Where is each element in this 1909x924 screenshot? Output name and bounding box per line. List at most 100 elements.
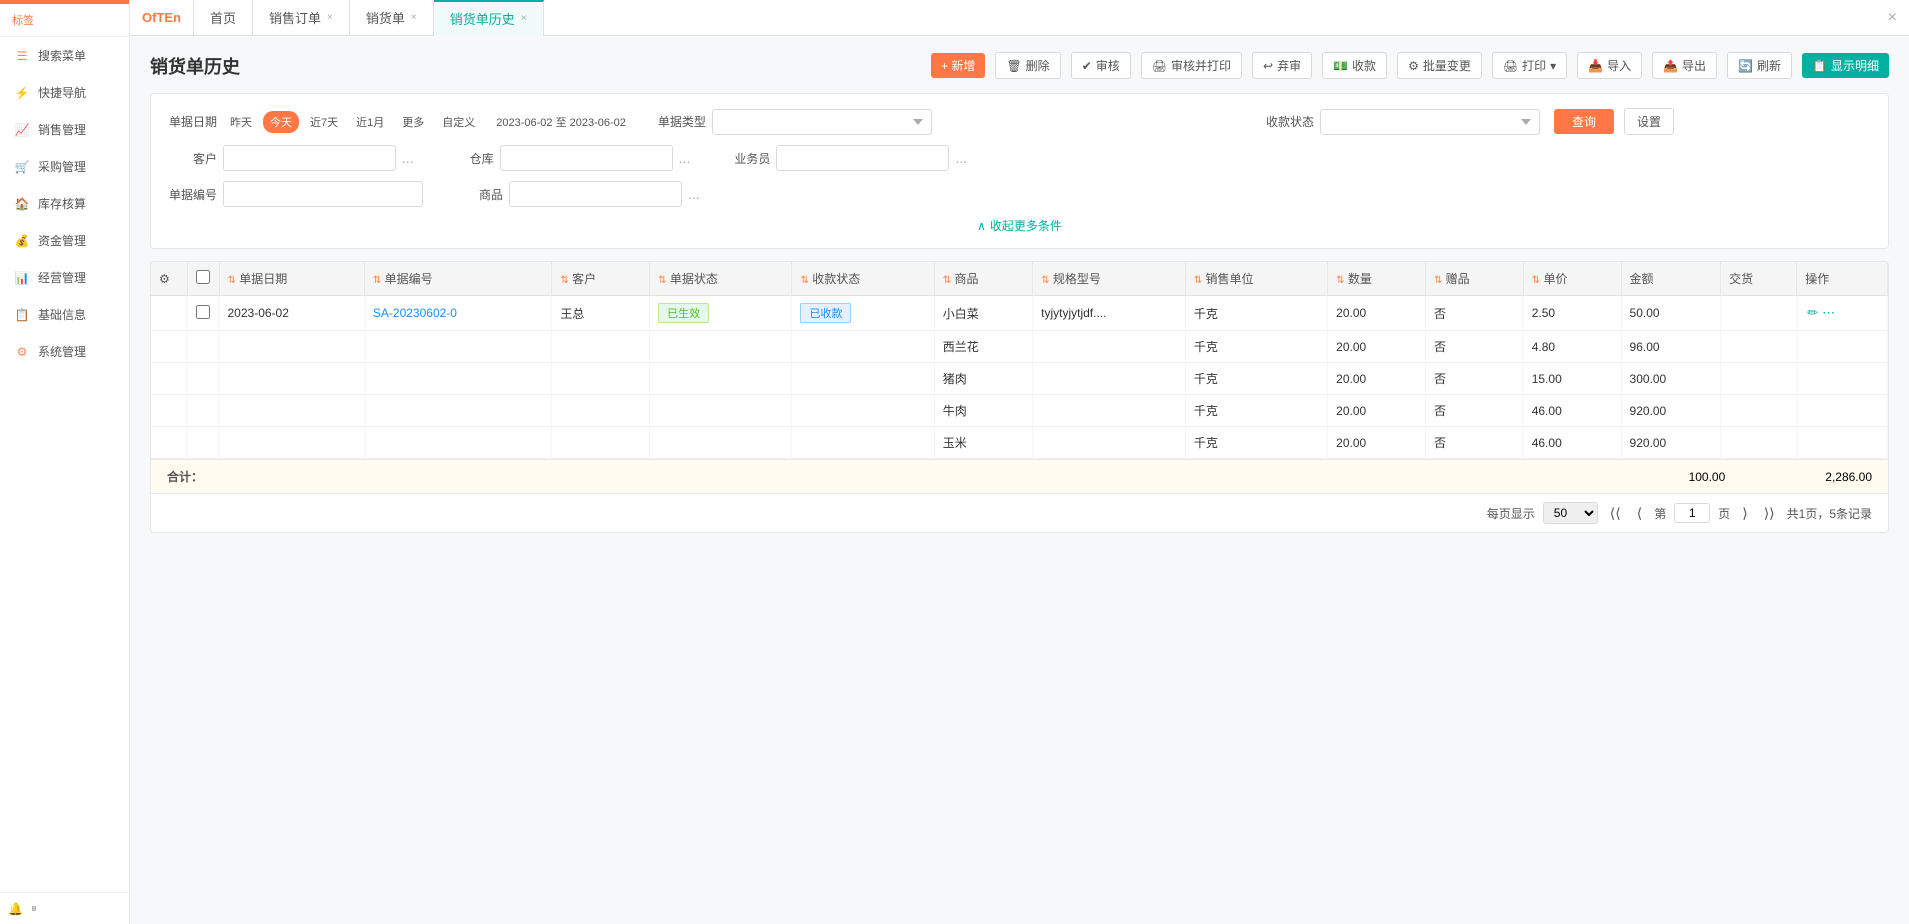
query-button[interactable]: 查询	[1554, 109, 1614, 134]
sidebar-item-label: 经营管理	[38, 269, 86, 286]
td-qty-3: 20.00	[1328, 395, 1426, 427]
export-button[interactable]: 📤 导出	[1652, 52, 1717, 79]
delete-button[interactable]: 🗑 删除	[995, 52, 1060, 79]
table-row: 2023-06-02 SA-20230602-0 王总 已生效 已收款 小白菜 …	[151, 296, 1888, 331]
import-button[interactable]: 📥 导入	[1577, 52, 1642, 79]
sidebar-item-finance[interactable]: 💰 资金管理	[0, 222, 129, 259]
logo-area: OfTEn	[130, 0, 194, 36]
tab-sales-order-close[interactable]: ×	[327, 12, 333, 23]
sidebar-bottom-icon2[interactable]: ⏸	[31, 901, 37, 916]
sidebar-item-basic-info[interactable]: 📋 基础信息	[0, 296, 129, 333]
td-no-0: SA-20230602-0	[364, 296, 551, 331]
tab-sales-history-close[interactable]: ×	[521, 13, 527, 24]
sidebar-item-purchase-mgmt[interactable]: 🛒 采购管理	[0, 148, 129, 185]
sidebar-item-sales-mgmt[interactable]: 📈 销售管理	[0, 111, 129, 148]
sidebar-item-inventory[interactable]: 🏠 库存核算	[0, 185, 129, 222]
footer-total-qty: 100.00	[1689, 470, 1726, 484]
more-action[interactable]: ⋯	[1822, 305, 1835, 320]
select-all-checkbox[interactable]	[196, 270, 210, 284]
tab-sales-goods-label: 销货单	[366, 8, 405, 27]
settings-gear-icon[interactable]: ⚙	[159, 272, 170, 286]
doc-status-tag: 已生效	[658, 303, 709, 323]
refresh-button[interactable]: 🔄 刷新	[1727, 52, 1792, 79]
doc-type-select[interactable]	[712, 109, 932, 135]
date-btn-7days[interactable]: 近7天	[303, 111, 345, 133]
page-prev-btn[interactable]: ⟨	[1633, 503, 1646, 524]
filter-group-goods: 商品 ...	[453, 181, 700, 207]
td-customer-2	[552, 363, 650, 395]
sidebar-bottom-icon1[interactable]: 🔔	[8, 902, 23, 916]
goods-ellipsis[interactable]: ...	[688, 186, 700, 202]
staff-input[interactable]	[776, 145, 949, 171]
show-detail-button[interactable]: 📋 显示明细	[1802, 53, 1889, 78]
page-first-btn[interactable]: ⟨⟨	[1606, 503, 1625, 524]
td-date-0: 2023-06-02	[219, 296, 364, 331]
page-content: 销货单历史 + 新增 🗑 删除 ✔ 审核 🖨 审核并打印 ↩ 弃审	[130, 36, 1909, 924]
th-spec: ⇅ 规格型号	[1033, 262, 1186, 296]
sidebar-item-quick-nav[interactable]: ⚡ 快捷导航	[0, 74, 129, 111]
customer-label: 客户	[167, 150, 217, 167]
batch-change-icon: ⚙	[1408, 59, 1419, 73]
batch-change-button[interactable]: ⚙ 批量变更	[1397, 52, 1482, 79]
td-action-3	[1797, 395, 1888, 427]
review-print-icon: 🖨	[1152, 59, 1167, 73]
payment-status-select[interactable]	[1320, 109, 1540, 135]
sidebar-bottom: 🔔 ⏸	[0, 892, 129, 924]
collect-button[interactable]: 💵 收款	[1322, 52, 1387, 79]
new-button[interactable]: + 新增	[931, 53, 985, 78]
td-settings-0	[151, 296, 187, 331]
edit-action[interactable]: ✏	[1807, 305, 1818, 320]
date-btn-today[interactable]: 今天	[263, 111, 299, 133]
table-header-row: ⚙ ⇅ 单据日期 ⇅ 单据编号 ⇅ 客户 ⇅ 单据状态 ⇅ 收款状态 ⇅ 商品 …	[151, 262, 1888, 296]
abandon-button[interactable]: ↩ 弃审	[1252, 52, 1312, 79]
td-amount-0: 50.00	[1621, 296, 1721, 331]
abandon-icon: ↩	[1263, 59, 1273, 73]
td-price-3: 46.00	[1523, 395, 1621, 427]
goods-input[interactable]	[509, 181, 682, 207]
sidebar-item-ops-mgmt[interactable]: 📊 经营管理	[0, 259, 129, 296]
tab-home[interactable]: 首页	[194, 0, 253, 36]
td-price-0: 2.50	[1523, 296, 1621, 331]
doc-no-input[interactable]	[223, 181, 423, 207]
settings-button[interactable]: 设置	[1624, 108, 1674, 135]
td-gift-4: 否	[1425, 427, 1523, 459]
review-print-button[interactable]: 🖨 审核并打印	[1141, 52, 1242, 79]
doc-no-link[interactable]: SA-20230602-0	[373, 306, 457, 320]
date-btn-custom[interactable]: 自定义	[435, 111, 482, 133]
show-detail-icon: 📋	[1812, 59, 1827, 73]
customer-ellipsis[interactable]: ...	[402, 150, 414, 166]
tab-sales-goods-close[interactable]: ×	[411, 12, 417, 23]
row-checkbox[interactable]	[196, 305, 210, 319]
tab-bar-close-all[interactable]: ×	[1888, 9, 1909, 27]
date-btn-more[interactable]: 更多	[395, 111, 431, 133]
staff-ellipsis[interactable]: ...	[955, 150, 967, 166]
td-settings-2	[151, 363, 187, 395]
sidebar-item-search-menu[interactable]: ☰ 搜索菜单	[0, 37, 129, 74]
filter-group-customer: 客户 ...	[167, 145, 414, 171]
review-icon: ✔	[1082, 59, 1092, 73]
page-last-btn[interactable]: ⟩⟩	[1760, 503, 1779, 524]
per-page-select[interactable]: 50 100 200	[1543, 502, 1598, 524]
print-button[interactable]: 🖨 打印 ▾	[1492, 52, 1567, 79]
page-next-btn[interactable]: ⟩	[1738, 503, 1751, 524]
td-date-1	[219, 331, 364, 363]
date-btn-yesterday[interactable]: 昨天	[223, 111, 259, 133]
customer-input[interactable]	[223, 145, 396, 171]
warehouse-label: 仓库	[444, 150, 494, 167]
basic-info-icon: 📋	[14, 307, 30, 323]
tab-sales-order[interactable]: 销售订单 ×	[253, 0, 350, 36]
warehouse-input[interactable]	[500, 145, 673, 171]
tab-sales-history[interactable]: 销货单历史 ×	[434, 0, 544, 36]
warehouse-ellipsis[interactable]: ...	[679, 150, 691, 166]
td-gift-3: 否	[1425, 395, 1523, 427]
td-amount-3: 920.00	[1621, 395, 1721, 427]
page-input[interactable]	[1674, 503, 1710, 523]
date-label: 单据日期	[167, 113, 217, 130]
review-button[interactable]: ✔ 审核	[1071, 52, 1131, 79]
collapse-button[interactable]: ∧ 收起更多条件	[167, 217, 1872, 234]
tab-sales-goods[interactable]: 销货单 ×	[350, 0, 434, 36]
date-btn-1month[interactable]: 近1月	[349, 111, 391, 133]
td-transaction-2	[1721, 363, 1797, 395]
sidebar-item-sys-mgmt[interactable]: ⚙ 系统管理	[0, 333, 129, 370]
td-pay-status-4	[792, 427, 934, 459]
